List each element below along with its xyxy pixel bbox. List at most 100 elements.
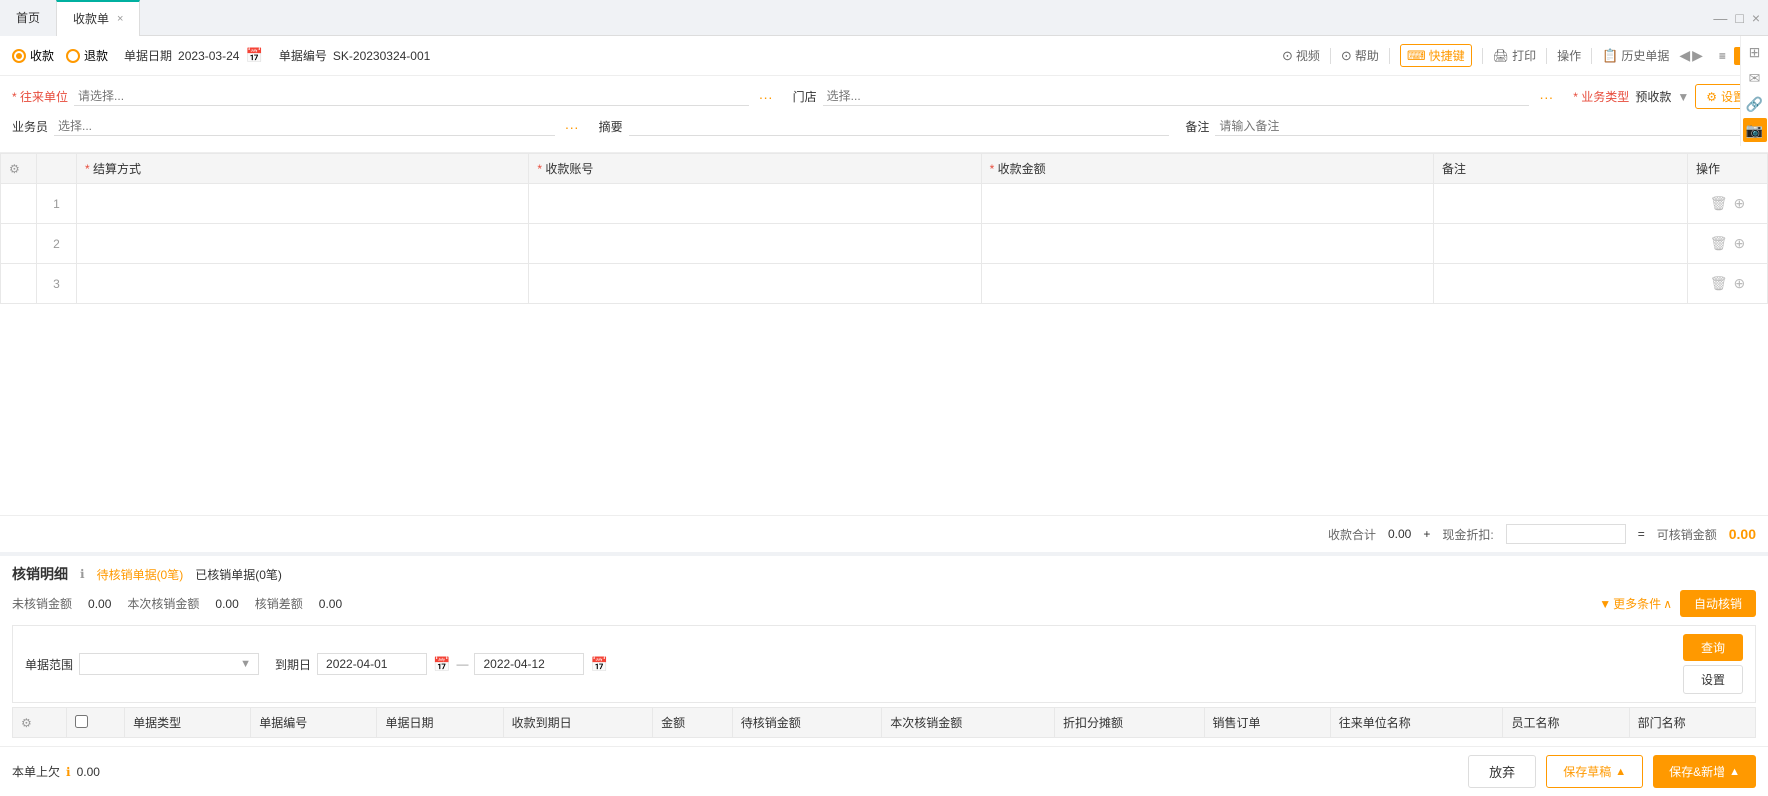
row-3-amount[interactable] — [981, 264, 1433, 304]
query-button[interactable]: 查询 — [1683, 634, 1743, 661]
verify-settings-button[interactable]: 设置 — [1683, 665, 1743, 694]
help-icon: ⊙ — [1341, 48, 1352, 64]
store-label: 门店 — [793, 88, 817, 105]
verify-info-icon[interactable]: ℹ — [80, 567, 85, 581]
toolbar-history[interactable]: 📋 历史单据 — [1602, 47, 1669, 64]
row-1-remark[interactable] — [1433, 184, 1687, 224]
row-2-amount[interactable] — [981, 224, 1433, 264]
counterparty-input[interactable] — [74, 87, 749, 106]
store-input[interactable] — [823, 87, 1530, 106]
minimize-icon[interactable]: — — [1713, 10, 1727, 26]
row-3-account[interactable] — [529, 264, 981, 304]
staff-input[interactable] — [54, 117, 555, 136]
row-2-delete-icon[interactable]: 🗑 — [1710, 235, 1728, 252]
save-new-arrow-icon: ▲ — [1729, 766, 1740, 778]
summary-input[interactable] — [629, 117, 1170, 136]
toolbar-action[interactable]: 操作 — [1557, 47, 1581, 64]
toolbar-help-label: 帮助 — [1355, 47, 1379, 64]
tab-home[interactable]: 首页 — [0, 0, 56, 36]
maximize-icon[interactable]: □ — [1735, 10, 1743, 26]
tab-receipt[interactable]: 收款单 × — [56, 0, 140, 36]
radio-refund[interactable]: 退款 — [66, 47, 108, 64]
col-amount: 收款金额 — [981, 154, 1433, 184]
history-icon: 📋 — [1602, 48, 1618, 64]
due-date-to-calendar-icon[interactable]: 📅 — [590, 656, 607, 673]
sidebar-mail-icon[interactable]: ✉ — [1743, 66, 1767, 90]
remark-input[interactable] — [1215, 117, 1756, 136]
footer-current-value: 0.00 — [77, 765, 100, 779]
save-draft-button[interactable]: 保存草稿 ▲ — [1546, 755, 1643, 788]
done-tag[interactable]: 已核销单据(0笔) — [195, 566, 282, 583]
abandon-button[interactable]: 放弃 — [1468, 755, 1536, 788]
row-2-actions: 🗑 ⊕ — [1688, 224, 1768, 264]
tab-bar: 首页 收款单 × — □ × — [0, 0, 1768, 36]
header-right-toolbar: ⊙ 视频 ⊙ 帮助 ⌨ 快捷键 🖨 打印 操作 — [1282, 44, 1756, 67]
business-type-dropdown-icon[interactable]: ▼ — [1677, 90, 1689, 104]
row-1-settlement[interactable] — [77, 184, 529, 224]
table-gear-col: ⚙ — [1, 154, 37, 184]
save-new-button[interactable]: 保存&新增 ▲ — [1653, 755, 1756, 788]
more-conditions-btn[interactable]: ▼ 更多条件 ∧ — [1599, 595, 1672, 612]
row-2-num: 2 — [37, 224, 77, 264]
row-3-copy-icon[interactable]: ⊕ — [1734, 275, 1746, 292]
sidebar-link-icon[interactable]: 🔗 — [1743, 92, 1767, 116]
row-1-account[interactable] — [529, 184, 981, 224]
row-3-settlement[interactable] — [77, 264, 529, 304]
radio-receive[interactable]: 收款 — [12, 47, 54, 64]
date-separator: — — [456, 657, 468, 671]
row-1-delete-icon[interactable]: 🗑 — [1710, 195, 1728, 212]
toolbar-video[interactable]: ⊙ 视频 — [1282, 47, 1320, 64]
summary-row: 收款合计 0.00 + 现金折扣: = 可核销金额 0.00 — [0, 515, 1768, 552]
toolbar-help[interactable]: ⊙ 帮助 — [1341, 47, 1379, 64]
view-list-icon[interactable]: ≡ — [1713, 47, 1732, 65]
counterparty-more-icon[interactable]: ··· — [755, 89, 777, 105]
due-date-from-input[interactable] — [317, 653, 427, 675]
business-type-field: * 业务类型 预收款 ▼ ⚙ 设置 — [1573, 84, 1756, 109]
more-conditions-label: 更多条件 — [1613, 595, 1661, 612]
due-date-to-input[interactable] — [474, 653, 584, 675]
divider-5 — [1591, 48, 1592, 64]
diff-value: 0.00 — [319, 597, 342, 611]
row-2-remark[interactable] — [1433, 224, 1687, 264]
vcol-partner: 往来单位名称 — [1330, 708, 1503, 738]
discount-input[interactable] — [1506, 524, 1626, 544]
toolbar-shortcut[interactable]: ⌨ 快捷键 — [1400, 44, 1472, 67]
print-icon: 🖨 — [1493, 48, 1510, 64]
verify-select-all-checkbox[interactable] — [75, 715, 88, 728]
radio-refund-label: 退款 — [84, 47, 108, 64]
toolbar-print[interactable]: 🖨 打印 — [1493, 47, 1537, 64]
nav-prev-icon[interactable]: ◀ — [1679, 47, 1690, 64]
row-2-account[interactable] — [529, 224, 981, 264]
bill-no-label: 单据编号 — [279, 47, 327, 64]
pending-tag[interactable]: 待核销单据(0笔) — [97, 566, 184, 583]
sidebar-table-icon[interactable]: ⊞ — [1743, 40, 1767, 64]
vcol-current: 本次核销金额 — [882, 708, 1055, 738]
row-3-delete-icon[interactable]: 🗑 — [1710, 275, 1728, 292]
staff-more-icon[interactable]: ··· — [561, 119, 583, 135]
nav-next-icon[interactable]: ▶ — [1692, 47, 1703, 64]
due-date-from-calendar-icon[interactable]: 📅 — [433, 656, 450, 673]
toolbar-history-label: 历史单据 — [1621, 47, 1669, 64]
sidebar-camera-icon[interactable]: 📷 — [1743, 118, 1767, 142]
verify-table-settings-icon[interactable]: ⚙ — [21, 716, 32, 730]
row-2-settlement[interactable] — [77, 224, 529, 264]
tab-close-icon[interactable]: × — [117, 13, 123, 25]
save-draft-label: 保存草稿 — [1563, 763, 1611, 780]
range-select[interactable] — [79, 653, 259, 675]
row-3-actions: 🗑 ⊕ — [1688, 264, 1768, 304]
footer-info-icon[interactable]: ℹ — [66, 765, 71, 779]
form-area: * 往来单位 ··· 门店 ··· * 业务类型 预收款 ▼ ⚙ 设置 — [0, 76, 1768, 153]
table-settings-icon[interactable]: ⚙ — [9, 162, 20, 176]
row-3-remark[interactable] — [1433, 264, 1687, 304]
auto-verify-button[interactable]: 自动核销 — [1680, 590, 1756, 617]
vcol-checkbox — [66, 708, 124, 738]
radio-refund-dot — [66, 49, 80, 63]
footer: 本单上欠 ℹ 0.00 放弃 保存草稿 ▲ 保存&新增 ▲ — [0, 746, 1768, 796]
bill-date-value: 2023-03-24 — [178, 49, 239, 63]
row-2-copy-icon[interactable]: ⊕ — [1734, 235, 1746, 252]
store-more-icon[interactable]: ··· — [1535, 89, 1557, 105]
bill-date-calendar-icon[interactable]: 📅 — [245, 47, 262, 64]
row-1-amount[interactable] — [981, 184, 1433, 224]
close-icon[interactable]: × — [1752, 10, 1760, 26]
row-1-copy-icon[interactable]: ⊕ — [1734, 195, 1746, 212]
